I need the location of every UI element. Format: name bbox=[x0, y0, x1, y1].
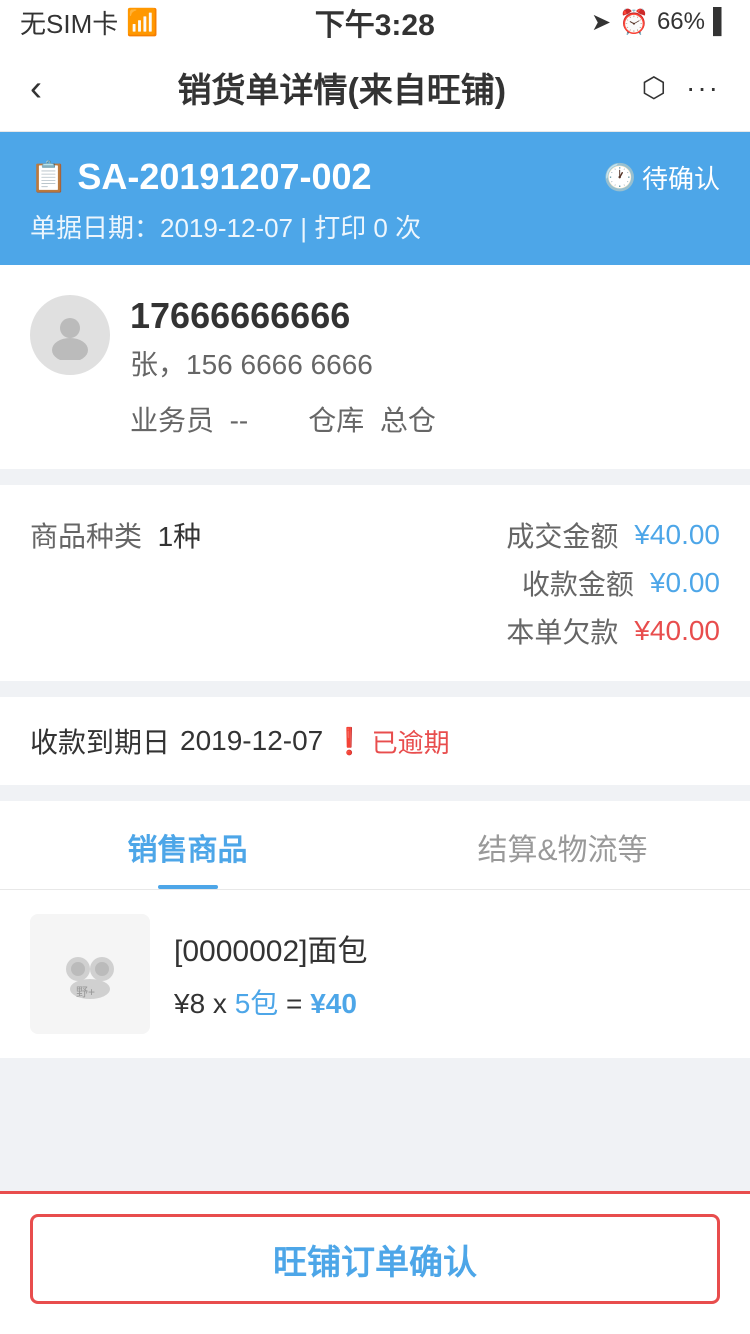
product-details: [0000002]面包 ¥8 x 5包 = ¥40 bbox=[174, 926, 720, 1022]
wifi-icon: 📶 bbox=[126, 7, 158, 38]
status-left: 无SIM卡 📶 bbox=[20, 4, 159, 41]
battery-text: 66% bbox=[657, 8, 705, 36]
status-bar: 无SIM卡 📶 下午3:28 ➤ ⏰ 66% ▌ bbox=[0, 0, 750, 44]
transaction-amount: 成交金额 ¥40.00 bbox=[506, 515, 720, 555]
warning-icon: ❗ bbox=[333, 726, 365, 757]
avatar bbox=[30, 295, 110, 375]
salesperson-field: 业务员 -- bbox=[130, 399, 248, 439]
payment-amount: 收款金额 ¥0.00 bbox=[522, 563, 720, 603]
svg-text:野+: 野+ bbox=[76, 985, 95, 999]
customer-phone: 17666666666 bbox=[130, 295, 720, 337]
back-button[interactable]: ‹ bbox=[30, 67, 42, 109]
product-types-field: 商品种类 1种 bbox=[30, 515, 201, 555]
no-sim-text: 无SIM卡 bbox=[20, 4, 118, 41]
amount-fields: 成交金额 ¥40.00 收款金额 ¥0.00 本单欠款 ¥40.00 bbox=[506, 515, 720, 651]
customer-meta: 业务员 -- 仓库 总仓 bbox=[130, 399, 720, 439]
tab-settlement-logistics[interactable]: 结算&物流等 bbox=[375, 801, 750, 889]
product-image: 野+ bbox=[30, 914, 150, 1034]
warehouse-field: 仓库 总仓 bbox=[308, 399, 436, 439]
location-icon: ➤ bbox=[591, 8, 611, 37]
nav-right: ⬡ ··· bbox=[642, 71, 720, 104]
page-title: 销货单详情(来自旺铺) bbox=[177, 63, 506, 112]
nav-bar: ‹ 销货单详情(来自旺铺) ⬡ ··· bbox=[0, 44, 750, 132]
tab-sales-products[interactable]: 销售商品 bbox=[0, 801, 375, 889]
product-item: 野+ [0000002]面包 ¥8 x 5包 = ¥40 bbox=[0, 890, 750, 1058]
due-date-value: 2019-12-07 bbox=[180, 725, 323, 757]
order-date: 单据日期：2019-12-07 | 打印 0 次 bbox=[30, 208, 720, 245]
bottom-bar: 旺铺订单确认 bbox=[0, 1191, 750, 1334]
product-name: [0000002]面包 bbox=[174, 926, 720, 970]
balance-amount: 本单欠款 ¥40.00 bbox=[506, 611, 720, 651]
clock-icon: 🕐 bbox=[604, 162, 636, 193]
battery-icon: ▌ bbox=[713, 8, 730, 36]
overdue-badge: ❗ 已逾期 bbox=[333, 723, 449, 760]
order-status-badge: 🕐 待确认 bbox=[604, 159, 720, 196]
product-price: ¥8 x 5包 = ¥40 bbox=[174, 982, 720, 1022]
customer-card: 17666666666 张，156 6666 6666 业务员 -- 仓库 总仓 bbox=[0, 265, 750, 469]
order-header-card: 📋 SA-20191207-002 🕐 待确认 单据日期：2019-12-07 … bbox=[0, 132, 750, 265]
confirm-order-button[interactable]: 旺铺订单确认 bbox=[30, 1214, 720, 1304]
status-right: ➤ ⏰ 66% ▌ bbox=[591, 8, 730, 37]
due-date-label: 收款到期日 bbox=[30, 721, 170, 761]
alarm-icon: ⏰ bbox=[619, 8, 649, 37]
price-formula: ¥8 x 5包 = ¥40 bbox=[174, 988, 357, 1019]
nav-left: ‹ bbox=[30, 67, 42, 109]
customer-name: 张，156 6666 6666 bbox=[130, 343, 720, 383]
order-icon: 📋 bbox=[30, 160, 67, 195]
share-button[interactable]: ⬡ bbox=[642, 71, 666, 104]
order-id: 📋 SA-20191207-002 bbox=[30, 156, 372, 198]
summary-card: 商品种类 1种 成交金额 ¥40.00 收款金额 ¥0.00 本单欠款 ¥40.… bbox=[0, 485, 750, 681]
tabs: 销售商品 结算&物流等 bbox=[0, 801, 750, 890]
due-date-section: 收款到期日 2019-12-07 ❗ 已逾期 bbox=[0, 697, 750, 785]
status-time: 下午3:28 bbox=[315, 0, 435, 44]
customer-info: 17666666666 张，156 6666 6666 业务员 -- 仓库 总仓 bbox=[130, 295, 720, 439]
more-button[interactable]: ··· bbox=[686, 72, 720, 104]
